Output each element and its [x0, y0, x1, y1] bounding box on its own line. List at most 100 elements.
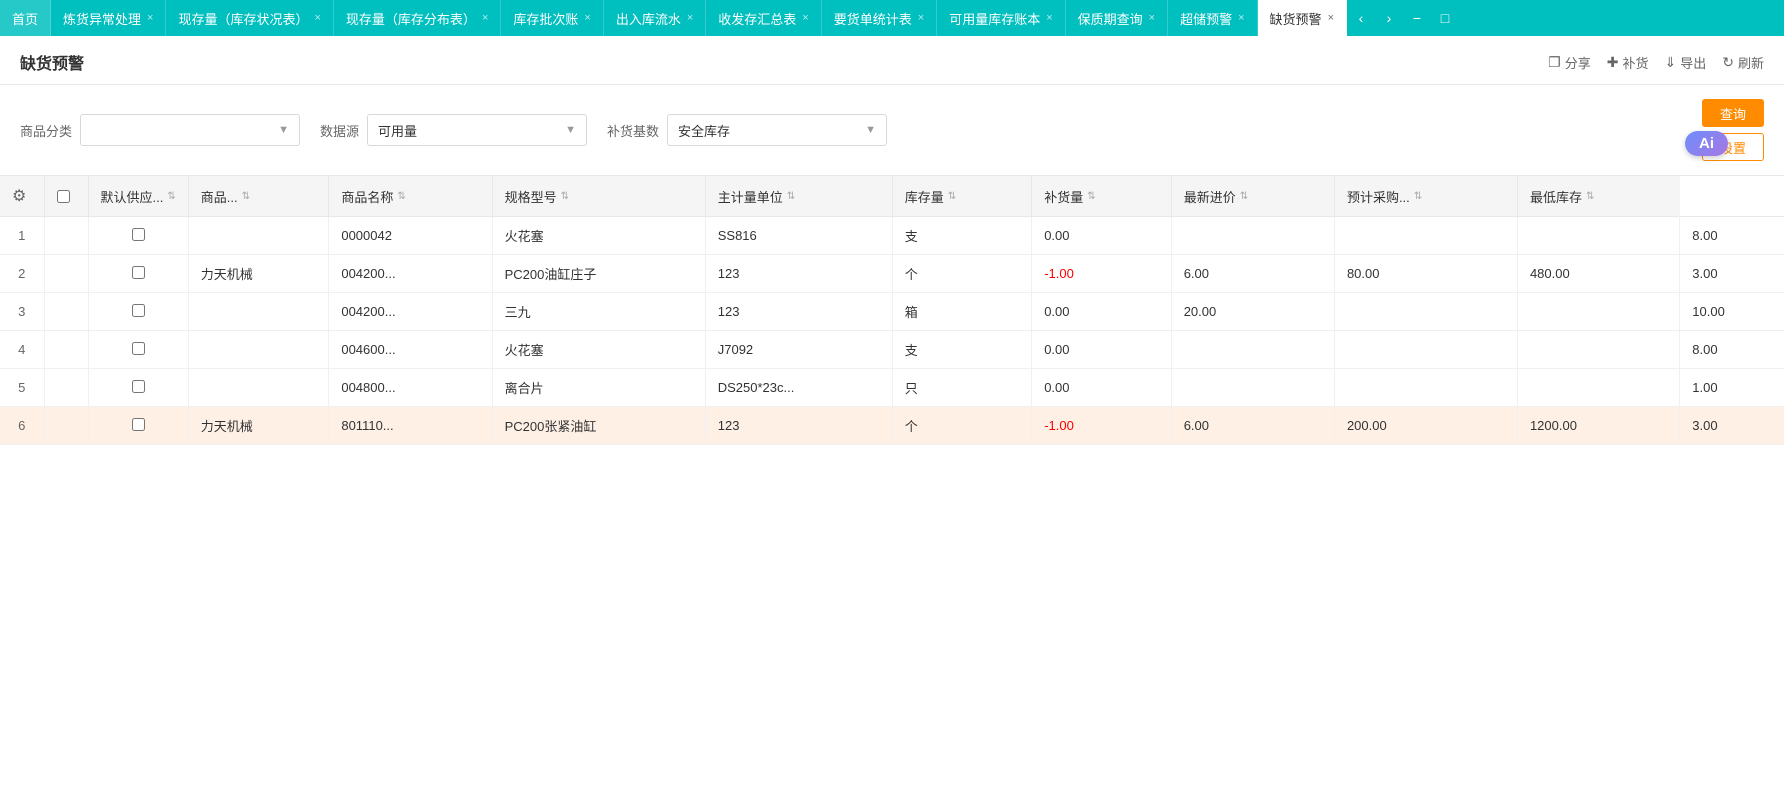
- sort-unit-icon[interactable]: ⇅: [787, 191, 795, 202]
- tab-close-xiancunliang2[interactable]: ×: [482, 12, 488, 24]
- tab-lianhuo[interactable]: 炼货异常处理 ×: [51, 0, 166, 36]
- row-checkbox-cell: [88, 369, 188, 407]
- row-checkbox[interactable]: [132, 266, 145, 279]
- row-checkbox-cell: [88, 217, 188, 255]
- ai-button[interactable]: Ai: [1685, 131, 1728, 156]
- tab-maximize-btn[interactable]: □: [1431, 0, 1459, 36]
- th-latest-price: 最新进价 ⇅: [1171, 176, 1334, 217]
- tab-close-shoufacun[interactable]: ×: [802, 12, 808, 24]
- tab-shoufacun[interactable]: 收发存汇总表 ×: [706, 0, 821, 36]
- row-unit: 支: [892, 331, 1032, 369]
- row-name: 离合片: [492, 369, 705, 407]
- sort-name-icon[interactable]: ⇅: [397, 191, 405, 202]
- row-supplier: [188, 217, 329, 255]
- sort-code-icon[interactable]: ⇅: [242, 191, 250, 202]
- tab-close-xiancunliang1[interactable]: ×: [314, 12, 320, 24]
- row-unit: 个: [892, 255, 1032, 293]
- datasource-select[interactable]: 可用量 ▼: [367, 114, 587, 146]
- table-row: 3 004200... 三九 123 箱 0.00 20.00 10.00: [0, 293, 1784, 331]
- row-number: 1: [0, 217, 44, 255]
- row-latest-price: 200.00: [1334, 407, 1517, 445]
- tab-close-kucun[interactable]: ×: [584, 12, 590, 24]
- row-gear-cell: [44, 369, 88, 407]
- tab-keyongliang[interactable]: 可用量库存账本 ×: [937, 0, 1065, 36]
- select-all-checkbox[interactable]: [57, 190, 70, 203]
- tab-baozhi[interactable]: 保质期查询 ×: [1066, 0, 1168, 36]
- tab-close-chaochujing[interactable]: ×: [1238, 12, 1244, 24]
- row-min-stock: 10.00: [1680, 293, 1784, 331]
- tab-minimize-btn[interactable]: −: [1403, 0, 1431, 36]
- tab-close-liushui[interactable]: ×: [687, 12, 693, 24]
- th-checkbox: [44, 176, 88, 217]
- row-replenish: 6.00: [1171, 407, 1334, 445]
- th-replenish: 补货量 ⇅: [1032, 176, 1172, 217]
- row-checkbox-cell: [88, 407, 188, 445]
- replenish-button[interactable]: ✚ 补货: [1607, 53, 1649, 72]
- tab-close-keyongliang[interactable]: ×: [1046, 12, 1052, 24]
- row-checkbox[interactable]: [132, 304, 145, 317]
- column-settings-icon[interactable]: ⚙: [12, 186, 26, 206]
- query-button[interactable]: 查询: [1702, 99, 1764, 127]
- sort-latestprice-icon[interactable]: ⇅: [1240, 191, 1248, 202]
- th-name: 商品名称 ⇅: [329, 176, 492, 217]
- datasource-select-value: 可用量: [378, 121, 417, 140]
- row-checkbox[interactable]: [132, 380, 145, 393]
- tab-close-baozhi[interactable]: ×: [1149, 12, 1155, 24]
- tab-quehuo[interactable]: 缺货预警 ×: [1258, 0, 1347, 36]
- tab-xiancunliang1[interactable]: 现存量（库存状况表） ×: [166, 0, 333, 36]
- sort-supplier-icon[interactable]: ⇅: [167, 191, 175, 202]
- row-replenish: 6.00: [1171, 255, 1334, 293]
- tab-xiancunliang2[interactable]: 现存量（库存分布表） ×: [334, 0, 501, 36]
- row-checkbox[interactable]: [132, 228, 145, 241]
- replenish-filter-group: 补货基数 安全库存 ▼: [607, 114, 887, 146]
- row-latest-price: [1334, 369, 1517, 407]
- row-name: 火花塞: [492, 217, 705, 255]
- tab-yaohuo[interactable]: 要货单统计表 ×: [822, 0, 937, 36]
- refresh-icon: ↻: [1722, 54, 1734, 71]
- table-row: 4 004600... 火花塞 J7092 支 0.00 8.00: [0, 331, 1784, 369]
- share-button[interactable]: ❐ 分享: [1548, 53, 1591, 72]
- th-est-purchase: 预计采购... ⇅: [1334, 176, 1517, 217]
- table-container: ⚙ 默认供应... ⇅: [0, 176, 1784, 445]
- sort-spec-icon[interactable]: ⇅: [561, 191, 569, 202]
- row-spec: 123: [705, 255, 892, 293]
- tab-kucun[interactable]: 库存批次账 ×: [501, 0, 603, 36]
- sort-minstock-icon[interactable]: ⇅: [1586, 191, 1594, 202]
- row-spec: 123: [705, 293, 892, 331]
- tab-close-yaohuo[interactable]: ×: [918, 12, 924, 24]
- tab-close-quehuo[interactable]: ×: [1328, 12, 1334, 24]
- row-latest-price: [1334, 331, 1517, 369]
- th-code: 商品... ⇅: [188, 176, 329, 217]
- th-min-stock: 最低库存 ⇅: [1517, 176, 1679, 217]
- row-checkbox[interactable]: [132, 342, 145, 355]
- row-gear-cell: [44, 255, 88, 293]
- row-est-purchase: [1517, 331, 1679, 369]
- tab-chaochujing[interactable]: 超储预警 ×: [1168, 0, 1257, 36]
- category-select[interactable]: ▼: [80, 114, 300, 146]
- row-checkbox[interactable]: [132, 418, 145, 431]
- row-spec: J7092: [705, 331, 892, 369]
- sort-replenish-icon[interactable]: ⇅: [1087, 191, 1095, 202]
- row-replenish: [1171, 369, 1334, 407]
- refresh-button[interactable]: ↻ 刷新: [1722, 53, 1764, 72]
- row-min-stock: 3.00: [1680, 407, 1784, 445]
- row-est-purchase: 1200.00: [1517, 407, 1679, 445]
- tab-liushui[interactable]: 出入库流水 ×: [604, 0, 706, 36]
- replenish-select[interactable]: 安全库存 ▼: [667, 114, 887, 146]
- tab-home[interactable]: 首页: [0, 0, 51, 36]
- share-icon: ❐: [1548, 54, 1561, 71]
- row-stock: -1.00: [1032, 255, 1172, 293]
- tab-next-btn[interactable]: ›: [1375, 0, 1403, 36]
- datasource-dropdown-icon: ▼: [565, 124, 576, 136]
- tab-close-lianhuo[interactable]: ×: [147, 12, 153, 24]
- page-header: 缺货预警 ❐ 分享 ✚ 补货 ⇓ 导出 ↻ 刷新: [0, 36, 1784, 85]
- sort-estpurchase-icon[interactable]: ⇅: [1414, 191, 1422, 202]
- sort-stock-icon[interactable]: ⇅: [948, 191, 956, 202]
- replenish-label: 补货基数: [607, 121, 659, 140]
- export-button[interactable]: ⇓ 导出: [1665, 53, 1707, 72]
- tab-prev-btn[interactable]: ‹: [1347, 0, 1375, 36]
- datasource-filter-group: 数据源 可用量 ▼: [320, 114, 587, 146]
- row-latest-price: [1334, 293, 1517, 331]
- table-row: 1 0000042 火花塞 SS816 支 0.00 8.00: [0, 217, 1784, 255]
- row-gear-cell: [44, 293, 88, 331]
